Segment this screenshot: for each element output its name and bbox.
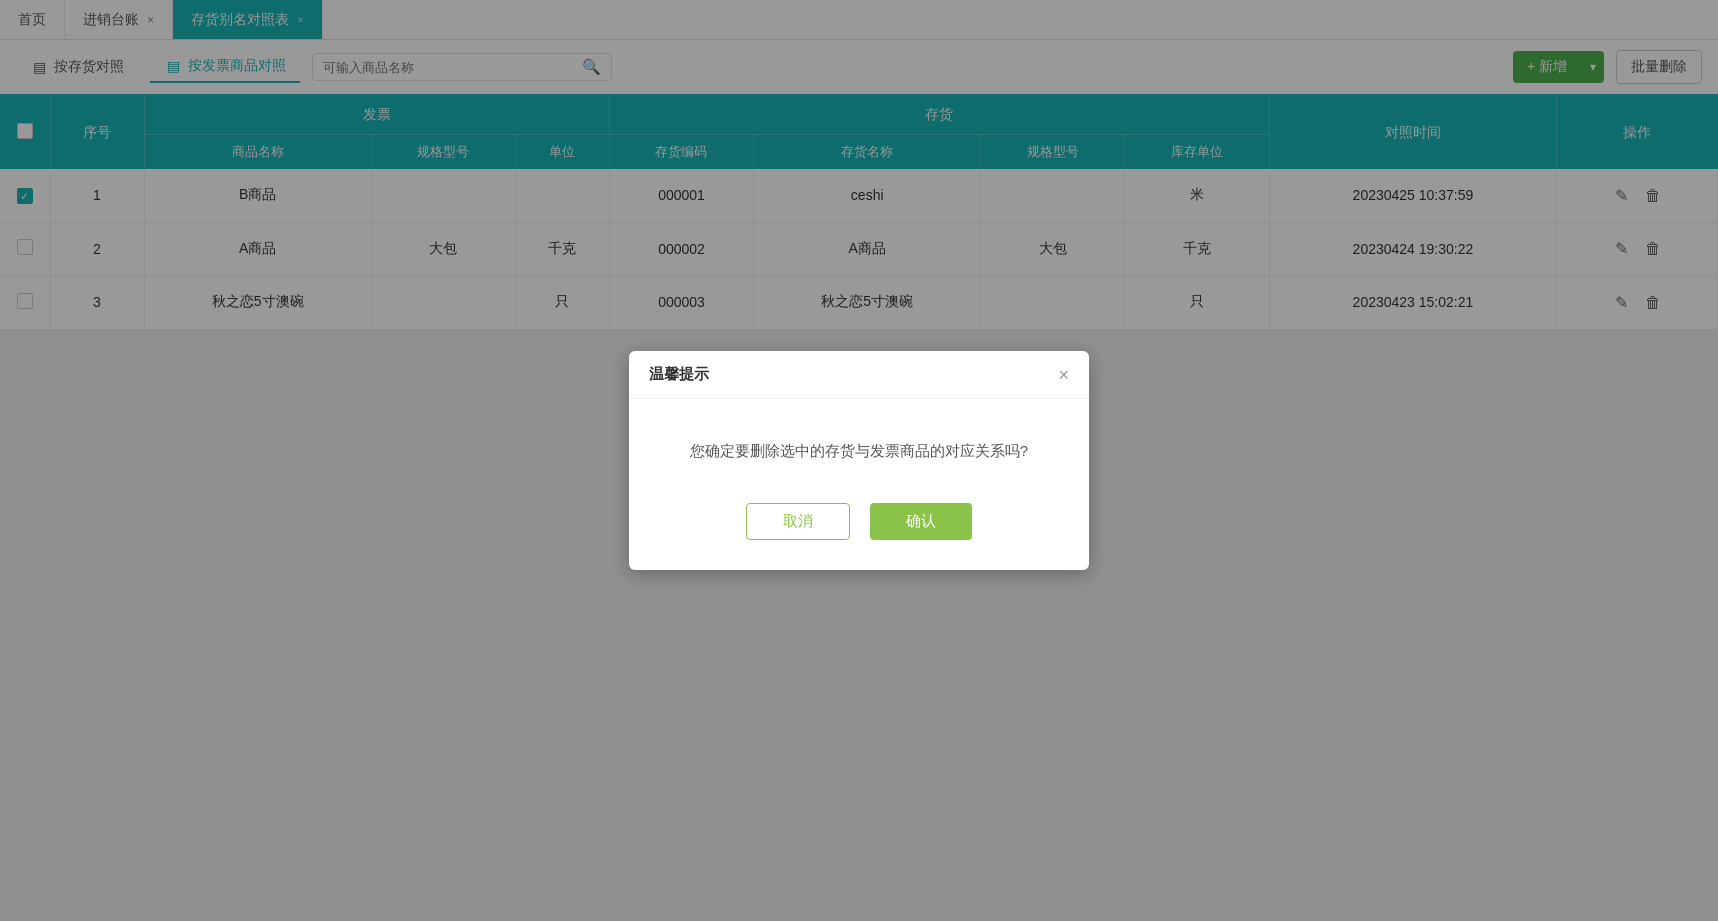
modal-overlay: 温馨提示 × 您确定要删除选中的存货与发票商品的对应关系吗? 取消 确认: [0, 0, 1718, 330]
